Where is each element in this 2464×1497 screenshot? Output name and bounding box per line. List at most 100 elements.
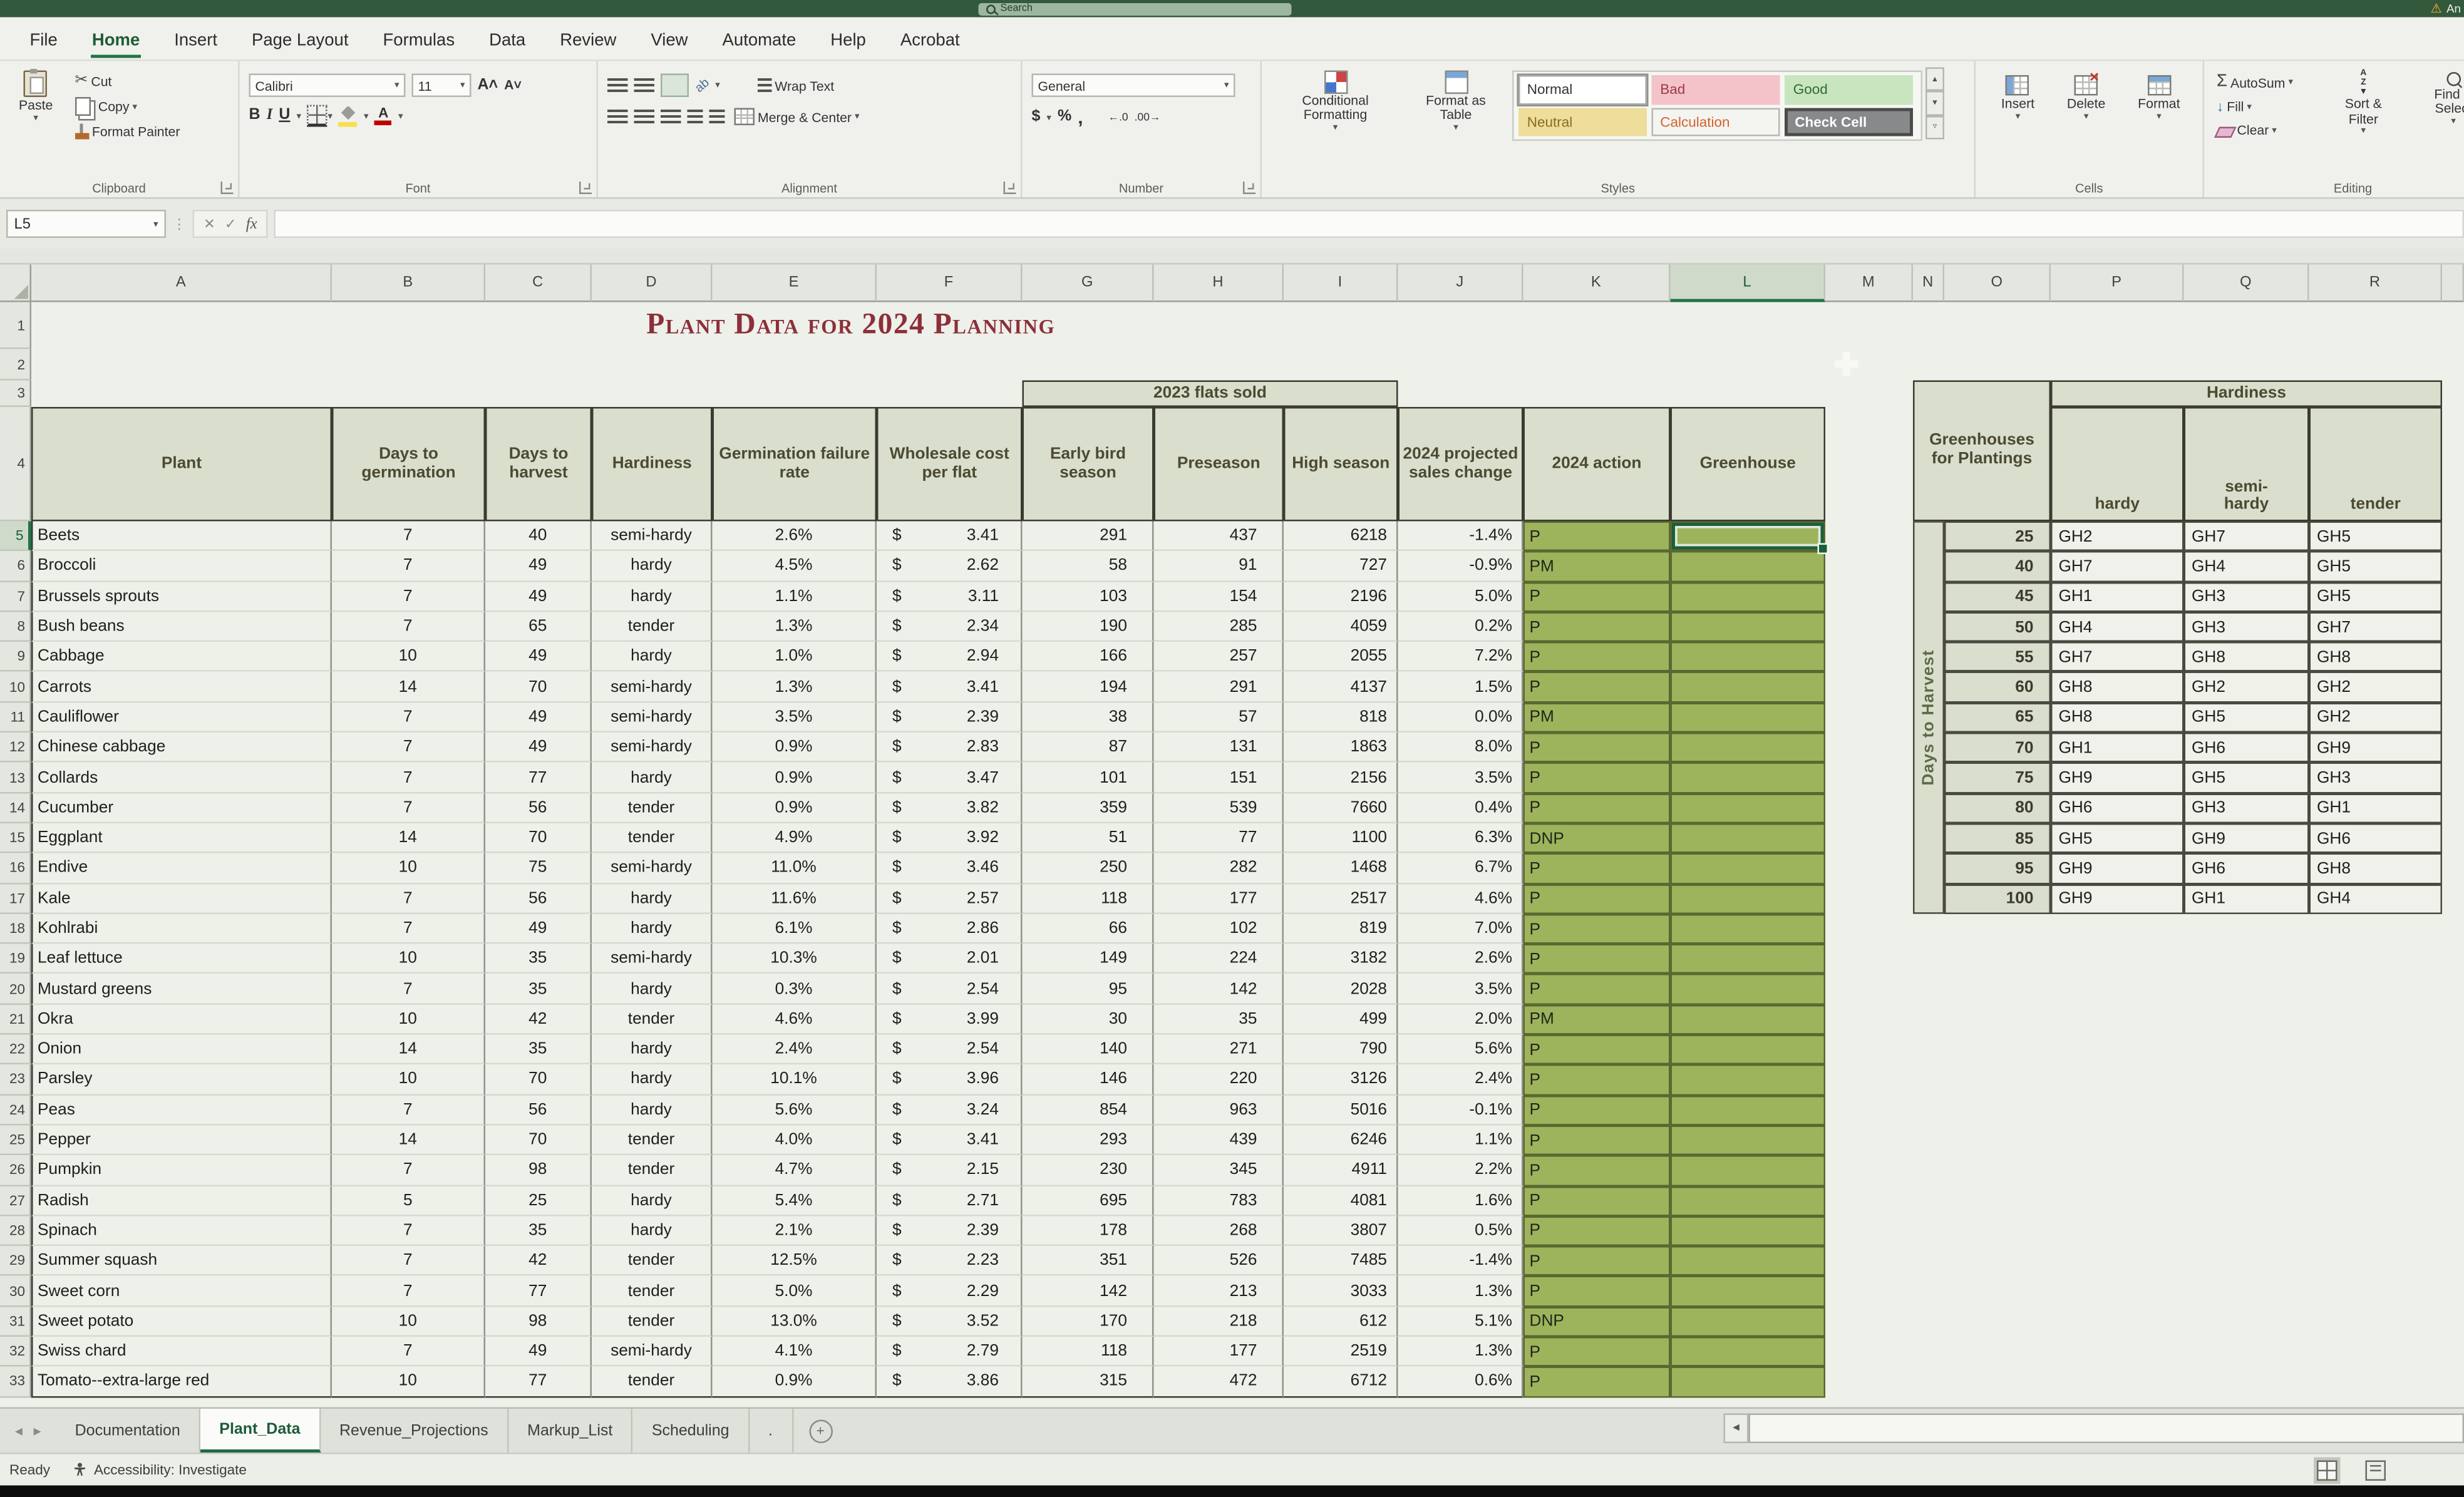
gh-semi-hardy-70[interactable]: GH6	[2183, 733, 2309, 763]
row-header-15[interactable]: 15	[0, 823, 31, 854]
row-header-2[interactable]: 2	[0, 349, 31, 381]
fill-handle[interactable]	[1817, 542, 1828, 555]
cell-C11[interactable]: 49	[485, 702, 592, 733]
row-header-1[interactable]: 1	[0, 302, 31, 349]
cell-C15[interactable]: 70	[485, 823, 592, 854]
gh-tender-45[interactable]: GH5	[2309, 581, 2442, 612]
cell-I6[interactable]: 727	[1284, 551, 1398, 582]
gh-days-60[interactable]: 60	[1944, 672, 2051, 702]
cell-I33[interactable]: 6712	[1284, 1367, 1398, 1397]
page-layout-view-icon[interactable]	[2365, 1459, 2386, 1480]
cell-F6[interactable]: $2.62	[877, 551, 1023, 582]
column-header-A[interactable]: A	[31, 264, 332, 302]
italic-button[interactable]: I	[267, 107, 273, 124]
orientation-button[interactable]: ab	[692, 75, 712, 95]
gh-col-header-hardy[interactable]: hardy	[2051, 407, 2184, 522]
cell-E20[interactable]: 0.3%	[712, 974, 877, 1005]
cell-D16[interactable]: semi-hardy	[592, 853, 713, 884]
cell-A27[interactable]: Radish	[31, 1185, 332, 1217]
gh-tender-55[interactable]: GH8	[2309, 642, 2442, 672]
cell-A10[interactable]: Carrots	[31, 672, 332, 702]
cell-A24[interactable]: Peas	[31, 1095, 332, 1126]
cell-E11[interactable]: 3.5%	[712, 702, 877, 733]
cell-L14[interactable]	[1670, 793, 1825, 823]
cell-D29[interactable]: tender	[592, 1246, 713, 1277]
cell-A31[interactable]: Sweet potato	[31, 1306, 332, 1337]
cell-E29[interactable]: 12.5%	[712, 1246, 877, 1277]
cell-H29[interactable]: 526	[1153, 1246, 1284, 1277]
autosum-button[interactable]: Σ AutoSum ▾	[2214, 72, 2315, 93]
percent-style-button[interactable]: %	[1058, 109, 1071, 125]
gh-semi-hardy-75[interactable]: GH5	[2183, 763, 2309, 793]
cell-A14[interactable]: Cucumber	[31, 793, 332, 823]
cell-A25[interactable]: Pepper	[31, 1125, 332, 1156]
cell-H26[interactable]: 345	[1153, 1155, 1284, 1186]
borders-button[interactable]: ▾	[307, 105, 332, 127]
cell-L31[interactable]	[1670, 1306, 1825, 1337]
column-header-C[interactable]: C	[485, 264, 592, 302]
cell-B28[interactable]: 7	[332, 1216, 485, 1247]
cell-L24[interactable]	[1670, 1095, 1825, 1126]
cell-C29[interactable]: 42	[485, 1246, 592, 1277]
gh-days-50[interactable]: 50	[1944, 612, 2051, 642]
cell-D10[interactable]: semi-hardy	[592, 672, 713, 702]
formula-bar-handle[interactable]: ⋮	[172, 215, 187, 233]
cell-K22[interactable]: P	[1523, 1034, 1671, 1065]
cell-E5[interactable]: 2.6%	[712, 521, 877, 552]
column-header-N[interactable]: N	[1913, 264, 1944, 302]
increase-indent-icon[interactable]	[709, 108, 725, 125]
cell-E16[interactable]: 11.0%	[712, 853, 877, 884]
cell-K27[interactable]: P	[1523, 1185, 1671, 1217]
cell-K31[interactable]: DNP	[1523, 1306, 1671, 1337]
column-header-G[interactable]: G	[1022, 264, 1154, 302]
align-center-icon[interactable]	[634, 108, 654, 125]
cell-H22[interactable]: 271	[1153, 1034, 1284, 1065]
cell-J10[interactable]: 1.5%	[1398, 672, 1523, 702]
greenhouses-for-plantings-header[interactable]: Greenhouses for Plantings	[1913, 380, 2051, 522]
row-header-18[interactable]: 18	[0, 913, 31, 944]
gh-semi-hardy-65[interactable]: GH5	[2183, 702, 2309, 733]
cell-F26[interactable]: $2.15	[877, 1155, 1023, 1186]
cell-F13[interactable]: $3.47	[877, 763, 1023, 793]
cell-L20[interactable]	[1670, 974, 1825, 1005]
cell-B32[interactable]: 7	[332, 1337, 485, 1367]
days-to-harvest-side-label[interactable]: Days to Harvest	[1913, 521, 1944, 914]
row-header-23[interactable]: 23	[0, 1064, 31, 1096]
cell-L17[interactable]	[1670, 883, 1825, 914]
align-left-icon[interactable]	[607, 108, 628, 125]
cell-I19[interactable]: 3182	[1284, 944, 1398, 975]
col-header-days-to-harvest[interactable]: Days to harvest	[485, 407, 592, 522]
cell-L29[interactable]	[1670, 1246, 1825, 1277]
row-header-29[interactable]: 29	[0, 1246, 31, 1277]
cell-I25[interactable]: 6246	[1284, 1125, 1398, 1156]
insert-cells-button[interactable]: Insert ▾	[1992, 72, 2044, 125]
cell-I14[interactable]: 7660	[1284, 793, 1398, 823]
format-painter-button[interactable]: Format Painter	[71, 122, 183, 141]
gh-tender-100[interactable]: GH4	[2309, 883, 2442, 914]
cell-E9[interactable]: 1.0%	[712, 642, 877, 672]
ribbon-tab-view[interactable]: View	[637, 24, 702, 60]
cell-I17[interactable]: 2517	[1284, 883, 1398, 914]
sheet-nav-right-icon[interactable]: ►	[31, 1424, 44, 1438]
cell-I24[interactable]: 5016	[1284, 1095, 1398, 1126]
cell-H11[interactable]: 57	[1153, 702, 1284, 733]
cell-A26[interactable]: Pumpkin	[31, 1155, 332, 1186]
cell-E32[interactable]: 4.1%	[712, 1337, 877, 1367]
cell-G7[interactable]: 103	[1022, 581, 1154, 612]
cell-I11[interactable]: 818	[1284, 702, 1398, 733]
gh-tender-80[interactable]: GH1	[2309, 793, 2442, 823]
enter-button[interactable]: ✓	[225, 215, 237, 233]
search-box[interactable]: Search	[978, 2, 1292, 16]
cell-E14[interactable]: 0.9%	[712, 793, 877, 823]
column-header-I[interactable]: I	[1284, 264, 1398, 302]
align-top-icon[interactable]	[607, 77, 628, 93]
cell-H17[interactable]: 177	[1153, 883, 1284, 914]
cell-D6[interactable]: hardy	[592, 551, 713, 582]
cell-C31[interactable]: 98	[485, 1306, 592, 1337]
col-header-days-to-germination[interactable]: Days to germination	[332, 407, 485, 522]
cell-D27[interactable]: hardy	[592, 1185, 713, 1217]
cell-D26[interactable]: tender	[592, 1155, 713, 1186]
gh-hardy-55[interactable]: GH7	[2051, 642, 2184, 672]
sheet-tab-markup-list[interactable]: Markup_List	[508, 1409, 633, 1453]
cell-K21[interactable]: PM	[1523, 1004, 1671, 1035]
